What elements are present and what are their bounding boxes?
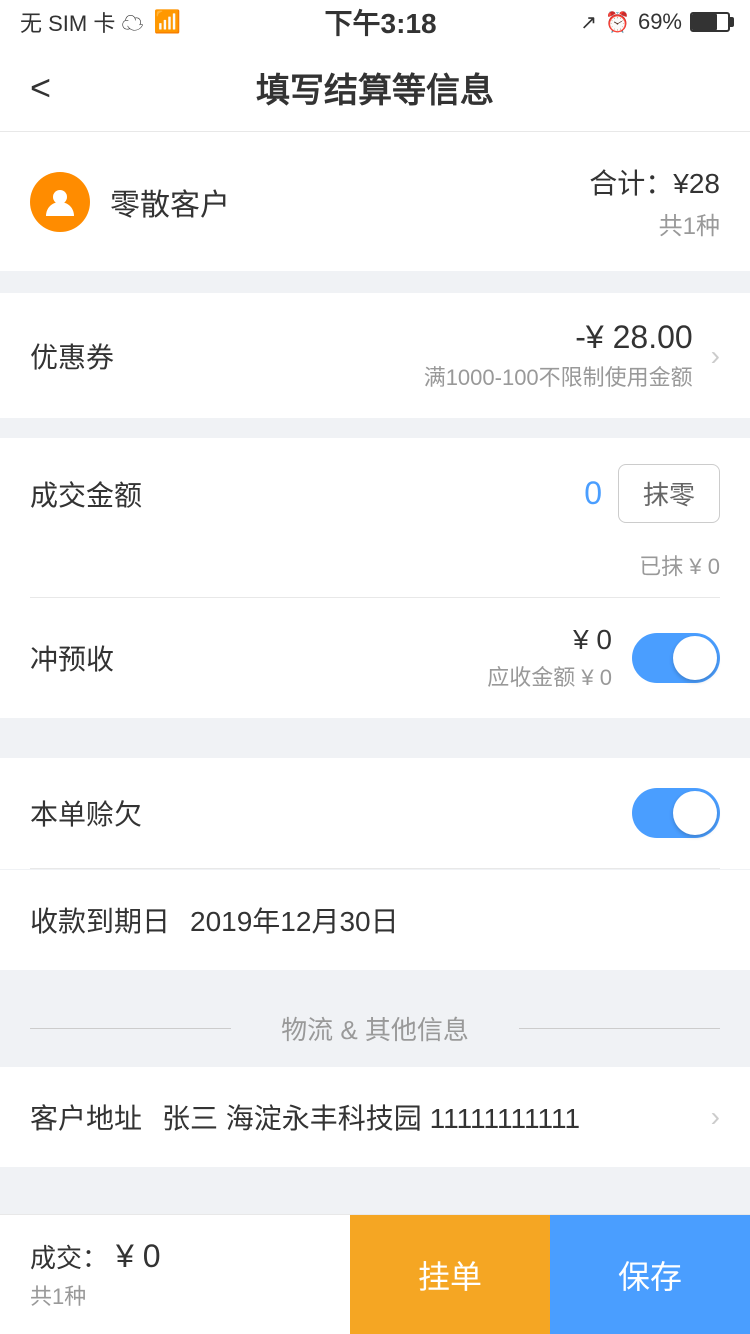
coupon-right: -¥ 28.00 满1000-100不限制使用金额 <box>424 319 693 392</box>
already-rounded: 已抹 ¥ 0 <box>0 549 750 597</box>
bottom-transaction-label: 成交： <box>30 1238 108 1275</box>
transaction-label: 成交金额 <box>30 474 142 514</box>
debit-label: 本单赊欠 <box>30 793 142 833</box>
bottom-transaction-amount: ¥ 0 <box>116 1238 160 1275</box>
advance-item: 冲预收 ¥ 0 应收金额 ¥ 0 <box>0 598 750 718</box>
divider-3 <box>0 718 750 738</box>
debit-toggle-knob <box>673 791 717 835</box>
back-button[interactable]: < <box>30 67 51 109</box>
due-date-section: 收款到期日 2019年12月30日 <box>0 869 750 970</box>
user-icon <box>42 184 78 220</box>
logistics-label: 物流 & 其他信息 <box>281 1010 469 1047</box>
save-button[interactable]: 保存 <box>550 1215 750 1334</box>
customer-name: 零散客户 <box>110 180 230 224</box>
advance-toggle[interactable] <box>632 633 720 683</box>
hang-button[interactable]: 挂单 <box>350 1215 550 1334</box>
wifi-icon: 📶 <box>153 9 180 35</box>
coupon-label: 优惠券 <box>30 336 114 376</box>
address-chevron-icon: › <box>711 1101 720 1133</box>
status-bar: 无 SIM 卡 ☁ 📶 下午3:18 ↗ ⏰ 69% <box>0 0 750 44</box>
transaction-section: 成交金额 0 抹零 已抹 ¥ 0 冲预收 ¥ 0 应收金额 ¥ 0 <box>0 438 750 718</box>
divider-2 <box>0 418 750 438</box>
battery-percent: 69% <box>638 9 682 35</box>
chevron-right-icon: › <box>711 340 720 372</box>
total-amount: 合计：¥28 <box>589 162 720 202</box>
content: 零散客户 合计：¥28 共1种 优惠券 -¥ 28.00 满1000-100不限… <box>0 132 750 1297</box>
advance-amount-group: ¥ 0 应收金额 ¥ 0 <box>487 624 612 692</box>
debit-section: 本单赊欠 收款到期日 2019年12月30日 <box>0 758 750 970</box>
transaction-item: 成交金额 0 抹零 <box>0 438 750 549</box>
address-section[interactable]: 客户地址 张三 海淀永丰科技园 11111111111 › <box>0 1067 750 1167</box>
due-date-label: 收款到期日 <box>30 900 170 940</box>
total-count: 共1种 <box>589 206 720 241</box>
advance-label: 冲预收 <box>30 638 114 678</box>
location-icon: ↗ <box>580 10 597 35</box>
address-label: 客户地址 <box>30 1097 142 1137</box>
coupon-item[interactable]: 优惠券 -¥ 28.00 满1000-100不限制使用金额 › <box>0 293 750 418</box>
coupon-amount: -¥ 28.00 <box>424 319 693 356</box>
round-button[interactable]: 抹零 <box>618 464 720 523</box>
customer-section: 零散客户 合计：¥28 共1种 <box>0 132 750 271</box>
toggle-knob <box>673 636 717 680</box>
status-right: ↗ ⏰ 69% <box>580 9 730 35</box>
debit-toggle[interactable] <box>632 788 720 838</box>
customer-right: 合计：¥28 共1种 <box>589 162 720 241</box>
status-left: 无 SIM 卡 ☁ 📶 <box>20 6 181 38</box>
no-sim-text: 无 SIM 卡 ☁ <box>20 6 143 38</box>
bottom-summary: 成交： ¥ 0 共1种 <box>0 1238 350 1311</box>
coupon-desc: 满1000-100不限制使用金额 <box>424 360 693 392</box>
debit-item: 本单赊欠 <box>0 758 750 868</box>
advance-sub: 应收金额 ¥ 0 <box>487 660 612 692</box>
address-value: 张三 海淀永丰科技园 11111111111 <box>162 1097 703 1137</box>
transaction-right: 0 抹零 <box>562 464 720 523</box>
divider-4 <box>0 970 750 990</box>
battery-fill <box>692 14 717 30</box>
transaction-amount-input[interactable]: 0 <box>562 475 602 512</box>
nav-bar: < 填写结算等信息 <box>0 44 750 132</box>
advance-amount: ¥ 0 <box>487 624 612 656</box>
due-date-value: 2019年12月30日 <box>190 900 399 940</box>
bottom-count: 共1种 <box>30 1279 320 1311</box>
page-title: 填写结算等信息 <box>256 63 494 112</box>
coupon-section[interactable]: 优惠券 -¥ 28.00 满1000-100不限制使用金额 › <box>0 293 750 418</box>
battery-icon <box>690 12 730 32</box>
advance-right: ¥ 0 应收金额 ¥ 0 <box>487 624 720 692</box>
bottom-bar: 成交： ¥ 0 共1种 挂单 保存 <box>0 1214 750 1334</box>
alarm-icon: ⏰ <box>605 10 630 35</box>
status-time: 下午3:18 <box>325 2 437 42</box>
customer-left: 零散客户 <box>30 172 230 232</box>
logistics-header: 物流 & 其他信息 <box>0 990 750 1067</box>
avatar <box>30 172 90 232</box>
divider-1 <box>0 273 750 293</box>
